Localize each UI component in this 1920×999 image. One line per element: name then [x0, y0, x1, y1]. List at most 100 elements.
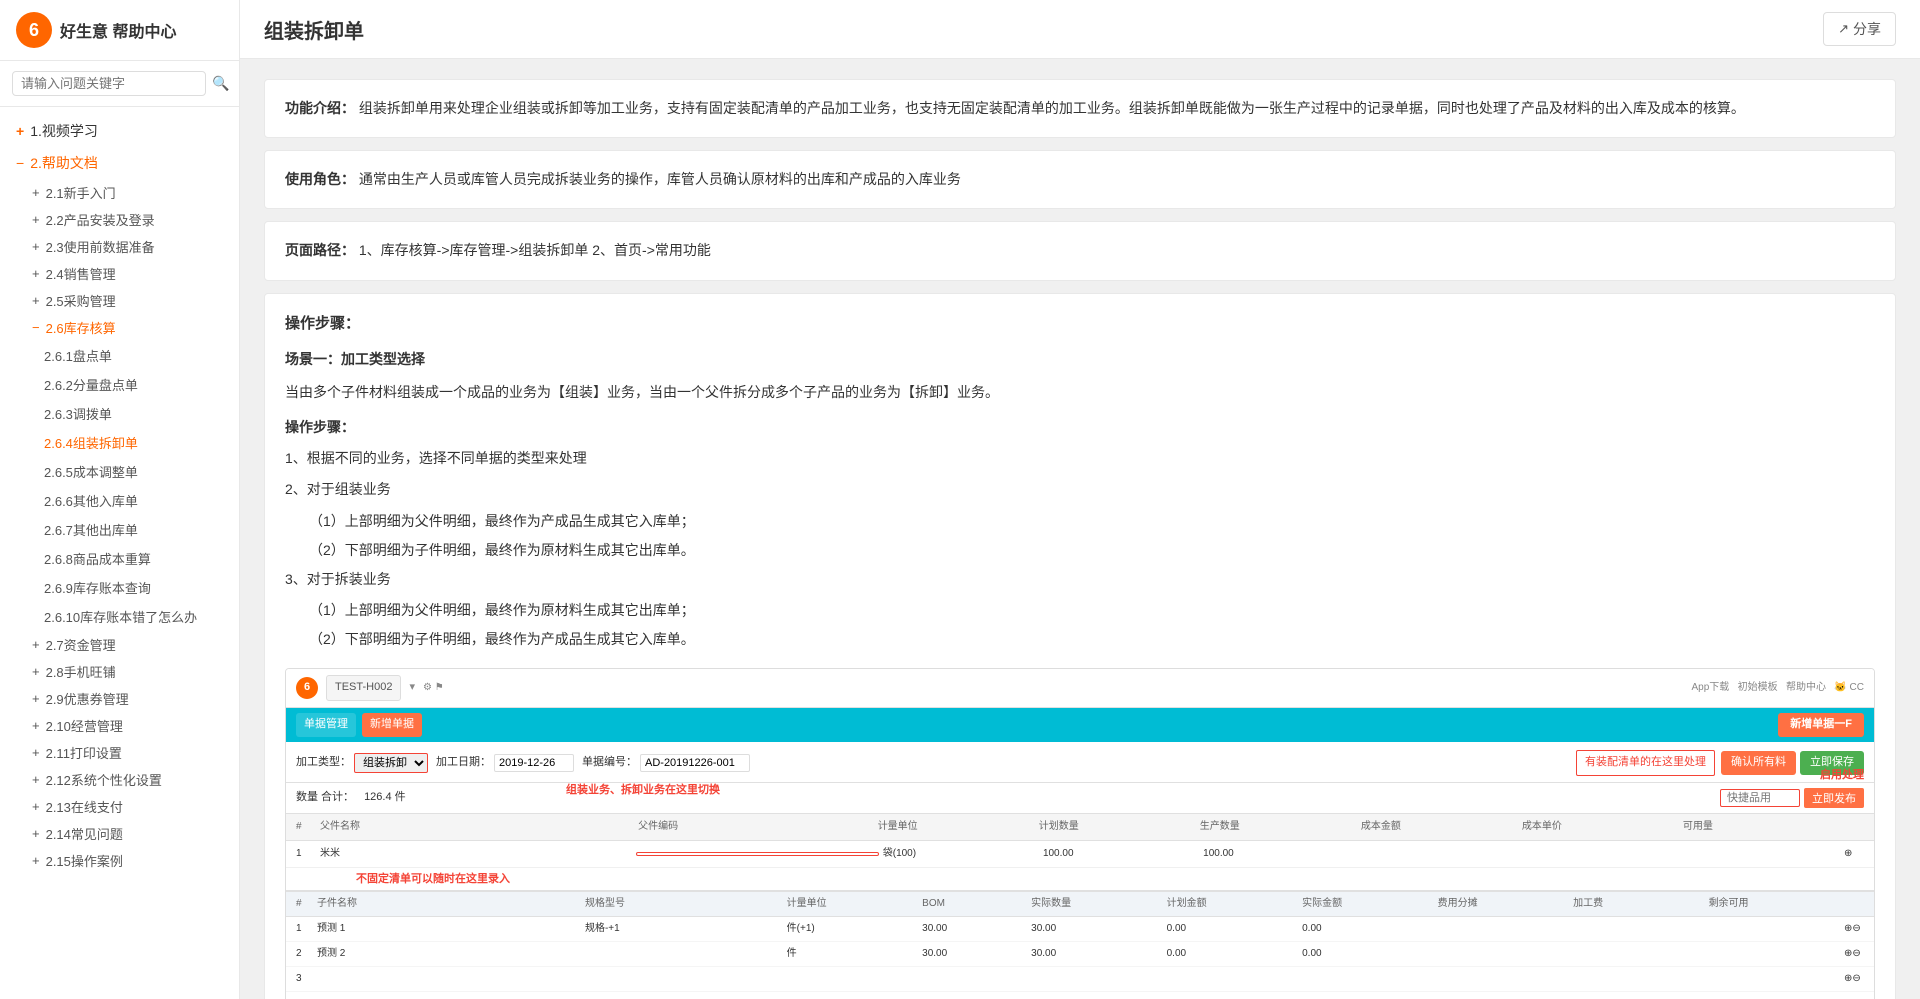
sidebar-item-2-4[interactable]: + 2.4销售管理: [0, 260, 239, 287]
mock-tab-manage: 单据管理: [296, 713, 356, 737]
expand-icon-2-15: +: [32, 853, 40, 868]
mock-type-select[interactable]: 组装拆卸: [354, 753, 428, 773]
sidebar-item-2-6-4[interactable]: 2.6.4组装拆卸单: [0, 428, 239, 457]
mock-table2-row-1: 1 预测 1 规格-+1 件(+1) 30.00 30.00 0.00 0.00…: [286, 917, 1874, 942]
sidebar-item-2-6-9[interactable]: 2.6.9库存账本查询: [0, 573, 239, 602]
sidebar-item-video[interactable]: + 1.视频学习: [0, 115, 239, 147]
expand-icon-2-12: +: [32, 772, 40, 787]
sidebar-item-2-1[interactable]: + 2.1新手入门: [0, 179, 239, 206]
mock-topbar: 6 TEST-H002 ▾ ⚙ ⚑ App下载 初始模板 帮助中心 🐱 CC: [286, 669, 1874, 708]
steps-card: 操作步骤： 场景一：加工类型选择 当由多个子件材料组装成一个成品的业务为【组装】…: [264, 293, 1896, 999]
t2-col-unit: 计量单位: [787, 895, 919, 913]
main-header: 组装拆卸单 ↗ 分享: [240, 0, 1920, 59]
mock-table2-row-3: 3 ⊕⊖: [286, 967, 1874, 992]
share-icon: ↗: [1838, 21, 1849, 37]
sidebar-item-2-6[interactable]: − 2.6库存核算: [0, 314, 239, 341]
col-ops: [1844, 818, 1864, 836]
sidebar-item-2-11[interactable]: + 2.11打印设置: [0, 739, 239, 766]
mock-testid: TEST-H002: [326, 675, 401, 701]
sidebar-item-2-15[interactable]: + 2.15操作案例: [0, 847, 239, 874]
sidebar-search-area: 🔍: [0, 61, 239, 107]
sidebar-item-2-8[interactable]: + 2.8手机旺铺: [0, 658, 239, 685]
sidebar-item-2-12[interactable]: + 2.12系统个性化设置: [0, 766, 239, 793]
mock-logo: 6: [296, 677, 318, 699]
path-text: 1、库存核算->库存管理->组装拆卸单 2、首页->常用功能: [359, 242, 711, 258]
mock-btn-new-doc[interactable]: 新增单据一F: [1778, 713, 1864, 737]
collapse-icon-2-6: −: [32, 320, 40, 335]
sidebar-item-2-2[interactable]: + 2.2产品安装及登录: [0, 206, 239, 233]
sidebar-item-2-6-5[interactable]: 2.6.5成本调整单: [0, 457, 239, 486]
sidebar-item-2-6-2[interactable]: 2.6.2分量盘点单: [0, 370, 239, 399]
mock-tab-new: 新增单据: [362, 713, 422, 737]
col-parent-code: 父件编码: [638, 818, 874, 836]
sidebar-item-2-7[interactable]: + 2.7资金管理: [0, 631, 239, 658]
step-1: 1、根据不同的业务，选择不同单据的类型来处理: [285, 446, 1875, 471]
callout4-row: 不固定清单可以随时在这里录入: [286, 868, 1874, 890]
sidebar-item-2-5[interactable]: + 2.5采购管理: [0, 287, 239, 314]
share-button[interactable]: ↗ 分享: [1823, 12, 1896, 46]
sidebar-item-2-6-6[interactable]: 2.6.6其他入库单: [0, 486, 239, 515]
mock-search-field: 立即发布 启用处理: [1720, 788, 1864, 808]
sidebar-item-2-6-8[interactable]: 2.6.8商品成本重算: [0, 544, 239, 573]
mock-table2-row-2: 2 预测 2 件 30.00 30.00 0.00 0.00 ⊕⊖: [286, 942, 1874, 967]
expand-icon-2-7: +: [32, 637, 40, 652]
step-2-1: （1）上部明细为父件明细，最终作为产成品生成其它入库单；: [309, 509, 1875, 534]
expand-icon-2-4: +: [32, 266, 40, 281]
sidebar-item-2-3[interactable]: + 2.3使用前数据准备: [0, 233, 239, 260]
mock-form-no: 单据编号：: [582, 753, 750, 773]
expand-icon-2-11: +: [32, 745, 40, 760]
mock-teal-toolbar: 单据管理 新增单据 新增单据一F: [286, 708, 1874, 742]
t2-col-hash: #: [296, 895, 314, 913]
expand-icon-2-10: +: [32, 718, 40, 733]
search-icon[interactable]: 🔍: [212, 75, 229, 92]
row1-plan-qty: 100.00: [1043, 845, 1199, 863]
row1-code-input: [636, 852, 878, 856]
sidebar: 6 好生意 帮助中心 🔍 + 1.视频学习 − 2.帮助文档 + 2.1新手入门…: [0, 0, 240, 999]
col-cost-unit: 成本单价: [1522, 818, 1679, 836]
t2-col-spec: 规格型号: [585, 895, 784, 913]
scene-desc: 当由多个子件材料组装成一个成品的业务为【组装】业务，当由一个父件拆分成多个子产品…: [285, 380, 1875, 405]
row1-prod-qty: 100.00: [1203, 845, 1359, 863]
expand-icon: +: [16, 123, 24, 139]
step-3-1: （1）上部明细为父件明细，最终作为原材料生成其它出库单；: [309, 598, 1875, 623]
sidebar-item-2-13[interactable]: + 2.13在线支付: [0, 793, 239, 820]
callout-3-text: 启用处理: [1820, 766, 1864, 786]
steps-title: 操作步骤：: [285, 310, 1875, 337]
mock-quick-btn[interactable]: 立即发布: [1804, 788, 1864, 808]
sidebar-nav: + 1.视频学习 − 2.帮助文档 + 2.1新手入门 + 2.2产品安装及登录…: [0, 107, 239, 999]
search-input[interactable]: [12, 71, 206, 96]
mock-date-input[interactable]: [494, 754, 574, 772]
sidebar-item-2-6-7[interactable]: 2.6.7其他出库单: [0, 515, 239, 544]
mock-dropdown-arrow: ▾: [409, 678, 415, 698]
sidebar-item-2-10[interactable]: + 2.10经营管理: [0, 712, 239, 739]
role-card: 使用角色： 通常由生产人员或库管人员完成拆装业务的操作，库管人员确认原材料的出库…: [264, 150, 1896, 209]
row1-num: 1: [296, 845, 316, 863]
mock-no-input[interactable]: [640, 754, 750, 772]
callout-4-text: 不固定清单可以随时在这里录入: [356, 870, 1864, 890]
sidebar-item-2-6-3[interactable]: 2.6.3调拨单: [0, 399, 239, 428]
sidebar-item-2-6-10[interactable]: 2.6.10库存账本错了怎么办: [0, 602, 239, 631]
callout-2-text: 组装业务、拆卸业务在这里切换: [566, 781, 720, 801]
mock-qty-value: 126.4 件: [364, 788, 406, 808]
mock-table1-header: # 父件名称 父件编码 计量单位 计划数量 生产数量 成本金额 成本单价 可用量: [286, 814, 1874, 841]
mock-qty-row: 数量 合计： 126.4 件 组装业务、拆卸业务在这里切换 立即发布 启用处理: [286, 783, 1874, 814]
step-3: 3、对于拆装业务: [285, 567, 1875, 592]
main-content: 功能介绍： 组装拆卸单用来处理企业组装或拆卸等加工业务，支持有固定装配清单的产品…: [240, 59, 1920, 999]
mock-table2-section: # 子件名称 规格型号 计量单位 BOM 实际数量 计划金额 实际金额 费用分摊…: [286, 890, 1874, 999]
mock-confirm-btn[interactable]: 确认所有料: [1721, 751, 1796, 775]
expand-icon-2-13: +: [32, 799, 40, 814]
app-title: 好生意 帮助中心: [60, 18, 176, 42]
t2-col-name: 子件名称: [317, 895, 582, 913]
sidebar-item-2-9[interactable]: + 2.9优惠券管理: [0, 685, 239, 712]
sidebar-item-2-14[interactable]: + 2.14常见问题: [0, 820, 239, 847]
col-plan-qty: 计划数量: [1039, 818, 1196, 836]
sidebar-item-2-6-1[interactable]: 2.6.1盘点单: [0, 341, 239, 370]
mock-table1-row-1: 1 米米 袋(100) 100.00 100.00 ⊕: [286, 841, 1874, 868]
path-card: 页面路径： 1、库存核算->库存管理->组装拆卸单 2、首页->常用功能: [264, 221, 1896, 280]
role-label: 使用角色：: [285, 171, 355, 187]
sidebar-item-docs[interactable]: − 2.帮助文档: [0, 147, 239, 179]
feature-intro-text: 组装拆卸单用来处理企业组装或拆卸等加工业务，支持有固定装配清单的产品加工业务，也…: [359, 100, 1745, 116]
page-title: 组装拆卸单: [264, 15, 364, 44]
step-2-2: （2）下部明细为子件明细，最终作为原材料生成其它出库单。: [309, 538, 1875, 563]
mock-search-quick[interactable]: [1720, 789, 1800, 807]
